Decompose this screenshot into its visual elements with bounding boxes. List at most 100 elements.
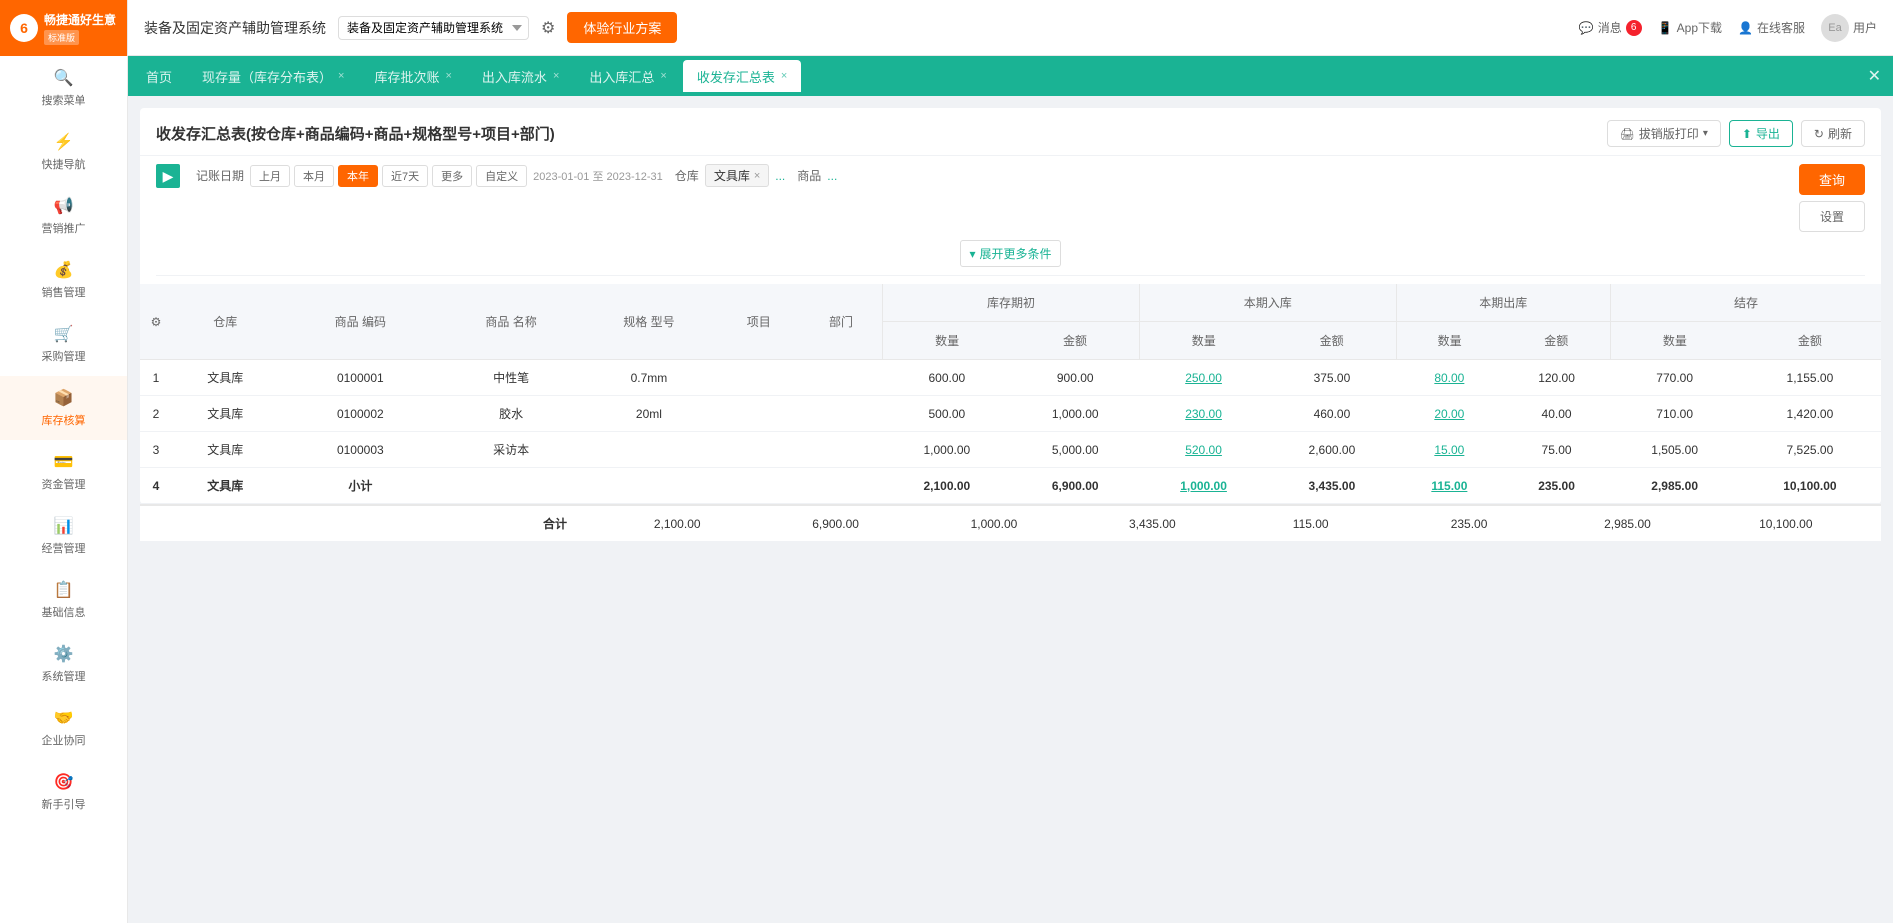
print-button[interactable]: 🖨 拔销版打印 ▾ bbox=[1607, 120, 1721, 147]
cell-open-amt: 5,000.00 bbox=[1011, 432, 1139, 468]
avatar: Ea bbox=[1821, 14, 1849, 42]
out-qty-link[interactable]: 15.00 bbox=[1434, 443, 1464, 457]
th-goods-spec: 规格 型号 bbox=[580, 284, 718, 360]
tab-stock-dist[interactable]: 现存量（库存分布表）× bbox=[188, 60, 358, 92]
th-open-amt: 金额 bbox=[1011, 322, 1139, 360]
export-button[interactable]: ⬆ 导出 bbox=[1729, 120, 1793, 147]
out-qty-link[interactable]: 115.00 bbox=[1431, 479, 1467, 493]
filter-toggle-button[interactable]: ▶ bbox=[156, 164, 180, 188]
cell-out-qty[interactable]: 115.00 bbox=[1396, 468, 1503, 504]
th-close-qty: 数量 bbox=[1610, 322, 1738, 360]
warehouse-tag-close[interactable]: × bbox=[754, 170, 760, 182]
date-btn-更多[interactable]: 更多 bbox=[432, 165, 472, 187]
out-qty-link[interactable]: 80.00 bbox=[1434, 371, 1464, 385]
chevron-down-icon: ▾ bbox=[1703, 128, 1708, 139]
tab-close-inout-summary[interactable]: × bbox=[660, 70, 666, 82]
sidebar-item-marketing[interactable]: 📢 营销推广 bbox=[0, 184, 127, 248]
cell-close-qty: 770.00 bbox=[1610, 360, 1738, 396]
table-row: 1 文具库 0100001 中性笔 0.7mm 600.00 900.00 25… bbox=[140, 360, 1881, 396]
in-qty-link[interactable]: 1,000.00 bbox=[1180, 479, 1227, 493]
system-select[interactable]: 装备及固定资产辅助管理系统 bbox=[338, 16, 529, 40]
setting-button[interactable]: 设置 bbox=[1799, 201, 1865, 232]
sidebar-label-sales: 销售管理 bbox=[42, 284, 86, 300]
logo-icon: 6 bbox=[10, 14, 38, 42]
cell-dept bbox=[800, 432, 883, 468]
cell-no: 1 bbox=[140, 360, 172, 396]
close-all-tabs-button[interactable]: ✕ bbox=[1868, 66, 1881, 86]
tab-inout-flow[interactable]: 出入库流水× bbox=[468, 60, 573, 92]
tab-close-inout-flow[interactable]: × bbox=[553, 70, 559, 82]
table-row: 3 文具库 0100003 采访本 1,000.00 5,000.00 520.… bbox=[140, 432, 1881, 468]
sidebar-item-inventory[interactable]: 📦 库存核算 bbox=[0, 376, 127, 440]
warehouse-filter: 仓库 文具库 × ... bbox=[675, 164, 785, 187]
in-qty-link[interactable]: 520.00 bbox=[1185, 443, 1222, 457]
logo-text: 畅捷通好生意 标准版 bbox=[44, 11, 116, 45]
user-menu[interactable]: Ea 用户 bbox=[1821, 14, 1877, 42]
cell-goods-spec bbox=[580, 432, 718, 468]
cell-close-amt: 1,155.00 bbox=[1739, 360, 1881, 396]
in-qty-link[interactable]: 250.00 bbox=[1185, 371, 1222, 385]
summary-out-qty: 115.00 bbox=[1232, 517, 1390, 531]
cell-out-qty[interactable]: 15.00 bbox=[1396, 432, 1503, 468]
sidebar-item-newbie[interactable]: 🎯 新手引导 bbox=[0, 760, 127, 824]
date-filter: 记账日期 上月本月本年近7天更多自定义 2023-01-01 至 2023-12… bbox=[196, 165, 663, 187]
cell-in-qty[interactable]: 1,000.00 bbox=[1139, 468, 1267, 504]
tab-close-recv-send[interactable]: × bbox=[781, 70, 787, 82]
in-qty-link[interactable]: 230.00 bbox=[1185, 407, 1222, 421]
tab-batch[interactable]: 库存批次账× bbox=[360, 60, 465, 92]
tab-close-stock-dist[interactable]: × bbox=[338, 70, 344, 82]
cell-open-qty: 1,000.00 bbox=[883, 432, 1011, 468]
cell-in-qty[interactable]: 230.00 bbox=[1139, 396, 1267, 432]
sidebar-item-basic[interactable]: 📋 基础信息 bbox=[0, 568, 127, 632]
th-settings[interactable]: ⚙ bbox=[140, 284, 172, 360]
sidebar-item-purchase[interactable]: 🛒 采购管理 bbox=[0, 312, 127, 376]
sidebar-item-system[interactable]: ⚙️ 系统管理 bbox=[0, 632, 127, 696]
warehouse-more-btn[interactable]: ... bbox=[775, 169, 785, 183]
expand-conditions-button[interactable]: ▾ 展开更多条件 bbox=[960, 240, 1060, 267]
cell-in-amt: 375.00 bbox=[1268, 360, 1396, 396]
online-service-button[interactable]: 👤 在线客服 bbox=[1738, 19, 1805, 36]
cell-in-qty[interactable]: 520.00 bbox=[1139, 432, 1267, 468]
th-goods-name: 商品 名称 bbox=[442, 284, 580, 360]
sidebar-label-purchase: 采购管理 bbox=[42, 348, 86, 364]
cell-out-qty[interactable]: 80.00 bbox=[1396, 360, 1503, 396]
date-btn-上月[interactable]: 上月 bbox=[250, 165, 290, 187]
sidebar-item-sales[interactable]: 💰 销售管理 bbox=[0, 248, 127, 312]
tab-close-batch[interactable]: × bbox=[445, 70, 451, 82]
quick-nav-icon: ⚡ bbox=[54, 132, 74, 152]
sidebar-logo: 6 畅捷通好生意 标准版 bbox=[0, 0, 127, 56]
trial-button[interactable]: 体验行业方案 bbox=[567, 12, 677, 43]
cell-goods-name bbox=[442, 468, 580, 504]
date-btn-自定义[interactable]: 自定义 bbox=[476, 165, 527, 187]
message-icon: 💬 bbox=[1579, 21, 1594, 35]
date-btn-本月[interactable]: 本月 bbox=[294, 165, 334, 187]
refresh-button[interactable]: ↻ 刷新 bbox=[1801, 120, 1865, 147]
sidebar-item-search[interactable]: 🔍 搜索菜单 bbox=[0, 56, 127, 120]
out-qty-link[interactable]: 20.00 bbox=[1434, 407, 1464, 421]
query-button[interactable]: 查询 bbox=[1799, 164, 1865, 195]
tab-recv-send[interactable]: 收发存汇总表× bbox=[683, 60, 801, 92]
cell-out-qty[interactable]: 20.00 bbox=[1396, 396, 1503, 432]
sidebar-item-quick-nav[interactable]: ⚡ 快捷导航 bbox=[0, 120, 127, 184]
purchase-icon: 🛒 bbox=[54, 324, 74, 344]
cell-out-amt: 40.00 bbox=[1503, 396, 1611, 432]
sidebar-item-operations[interactable]: 📊 经营管理 bbox=[0, 504, 127, 568]
sidebar-item-enterprise[interactable]: 🤝 企业协同 bbox=[0, 696, 127, 760]
app-download-button[interactable]: 📱 App下载 bbox=[1658, 19, 1722, 36]
date-btn-近7天[interactable]: 近7天 bbox=[382, 165, 428, 187]
cell-goods-spec: 20ml bbox=[580, 396, 718, 432]
cell-goods-code: 小计 bbox=[278, 468, 442, 504]
date-btn-本年[interactable]: 本年 bbox=[338, 165, 378, 187]
date-buttons: 上月本月本年近7天更多自定义 bbox=[250, 165, 527, 187]
cell-warehouse: 文具库 bbox=[172, 360, 278, 396]
sidebar-item-finance[interactable]: 💳 资金管理 bbox=[0, 440, 127, 504]
message-button[interactable]: 💬 消息 6 bbox=[1579, 19, 1642, 36]
tab-label-inout-summary: 出入库汇总 bbox=[589, 67, 654, 86]
cell-in-qty[interactable]: 250.00 bbox=[1139, 360, 1267, 396]
tab-home[interactable]: 首页 bbox=[132, 60, 186, 92]
marketing-icon: 📢 bbox=[54, 196, 74, 216]
data-table: ⚙ 仓库 商品 编码 商品 名称 规格 型号 项目 部门 库存期初 本期入库 本… bbox=[140, 284, 1881, 504]
goods-more-btn[interactable]: ... bbox=[827, 169, 837, 183]
tab-inout-summary[interactable]: 出入库汇总 × bbox=[575, 60, 680, 92]
settings-icon[interactable]: ⚙ bbox=[541, 18, 555, 38]
